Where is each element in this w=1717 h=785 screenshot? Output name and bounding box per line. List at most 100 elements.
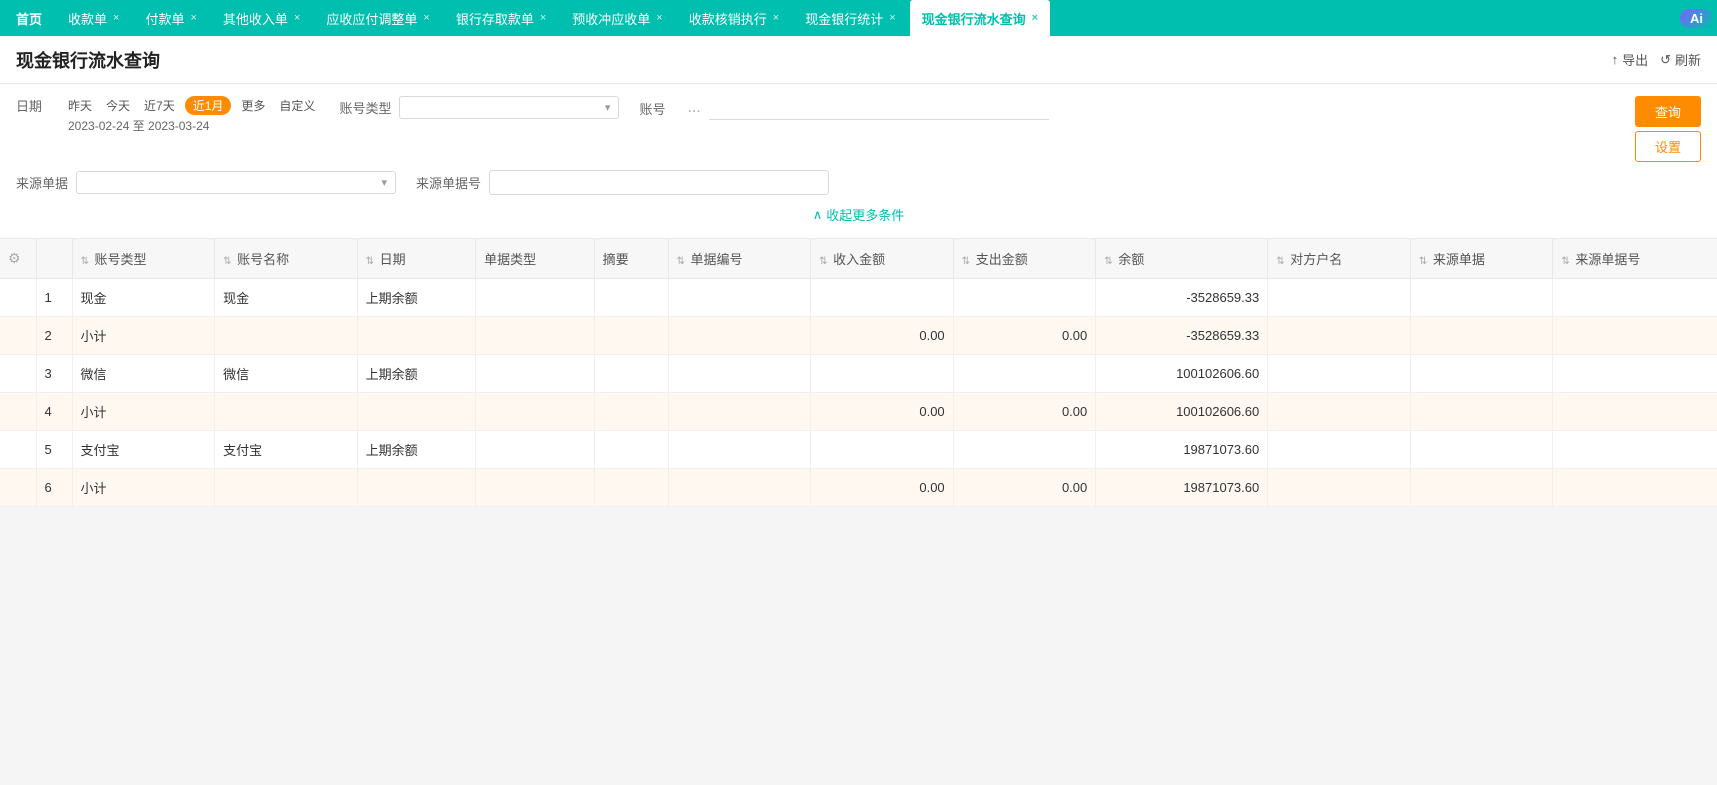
account-input[interactable] [709, 96, 1049, 120]
row-income [811, 431, 954, 469]
close-collection-exec[interactable]: × [773, 12, 779, 24]
row-counterparty [1268, 469, 1411, 507]
row-index: 2 [36, 317, 72, 355]
nav-item-payment[interactable]: 付款单 × [133, 0, 208, 36]
close-bank-deposit[interactable]: × [540, 12, 546, 24]
top-navigation: 首页 收款单 × 付款单 × 其他收入单 × 应收应付调整单 × 银行存取款单 … [0, 0, 1717, 36]
nav-item-bank-deposit[interactable]: 银行存取款单 × [444, 0, 558, 36]
row-balance: -3528659.33 [1096, 279, 1268, 317]
source-doc-no-input[interactable] [489, 170, 829, 195]
data-table: ⚙ ⇅ 账号类型 ⇅ 账号名称 ⇅ 日期 单据类型 [0, 239, 1717, 507]
page-title: 现金银行流水查询 [16, 47, 160, 73]
close-cash-bank-stat[interactable]: × [889, 12, 895, 24]
table-row[interactable]: 2小计0.000.00-3528659.33 [0, 317, 1717, 355]
col-income[interactable]: ⇅ 收入金额 [811, 239, 954, 279]
account-dots[interactable]: ... [687, 99, 700, 117]
close-prepay-flush[interactable]: × [656, 12, 662, 24]
close-ar-ap-adjust[interactable]: × [423, 12, 429, 24]
close-receipt[interactable]: × [113, 12, 119, 24]
refresh-button[interactable]: ↺ 刷新 [1660, 50, 1701, 69]
col-account-type[interactable]: ⇅ 账号类型 [72, 239, 215, 279]
row-source-doc-no [1553, 317, 1717, 355]
row-doc-no [668, 469, 811, 507]
table-row[interactable]: 3微信微信上期余额100102606.60 [0, 355, 1717, 393]
collapse-filters-button[interactable]: ∧ 收起更多条件 [16, 203, 1701, 226]
close-other-income[interactable]: × [294, 12, 300, 24]
export-icon: ↑ [1612, 52, 1619, 67]
col-balance[interactable]: ⇅ 余额 [1096, 239, 1268, 279]
refresh-icon: ↺ [1660, 52, 1671, 68]
date-option-custom[interactable]: 自定义 [275, 96, 319, 115]
account-type-select[interactable]: ▾ [399, 96, 619, 119]
nav-item-other-income[interactable]: 其他收入单 × [211, 0, 312, 36]
nav-label-home: 首页 [16, 9, 42, 28]
col-account-name[interactable]: ⇅ 账号名称 [215, 239, 358, 279]
row-counterparty [1268, 317, 1411, 355]
row-doc-type [476, 355, 595, 393]
nav-item-cash-bank-stat[interactable]: 现金银行统计 × [793, 0, 907, 36]
row-summary [594, 469, 668, 507]
row-balance: 100102606.60 [1096, 393, 1268, 431]
export-label: 导出 [1622, 50, 1648, 69]
row-income: 0.00 [811, 393, 954, 431]
row-doc-no [668, 431, 811, 469]
row-doc-type [476, 279, 595, 317]
page-header: 现金银行流水查询 ↑ 导出 ↺ 刷新 [0, 36, 1717, 84]
row-source-doc-no [1553, 279, 1717, 317]
nav-item-receipt[interactable]: 收款单 × [56, 0, 131, 36]
table-settings-icon[interactable]: ⚙ [8, 250, 21, 266]
row-summary [594, 393, 668, 431]
col-doc-type: 单据类型 [476, 239, 595, 279]
table-row[interactable]: 5支付宝支付宝上期余额19871073.60 [0, 431, 1717, 469]
col-summary: 摘要 [594, 239, 668, 279]
row-balance: 100102606.60 [1096, 355, 1268, 393]
date-option-last7[interactable]: 近7天 [140, 96, 179, 115]
nav-item-prepay-flush[interactable]: 预收冲应收单 × [560, 0, 674, 36]
header-actions: ↑ 导出 ↺ 刷新 [1612, 50, 1701, 69]
row-account-name [215, 469, 358, 507]
close-cash-bank-flow[interactable]: × [1032, 12, 1038, 24]
col-counterparty[interactable]: ⇅ 对方户名 [1268, 239, 1411, 279]
row-summary [594, 355, 668, 393]
row-expense [953, 279, 1096, 317]
nav-label-ar-ap-adjust: 应收应付调整单 [326, 9, 417, 28]
date-option-more[interactable]: 更多 [237, 96, 269, 115]
nav-label-other-income: 其他收入单 [223, 9, 288, 28]
ai-badge[interactable]: Ai [1680, 9, 1713, 28]
query-button[interactable]: 查询 [1635, 96, 1701, 127]
sort-account-name-icon: ⇅ [223, 256, 231, 267]
date-option-last1month[interactable]: 近1月 [185, 96, 232, 115]
date-option-yesterday[interactable]: 昨天 [64, 96, 96, 115]
source-doc-label: 来源单据 [16, 173, 68, 192]
table-row[interactable]: 1现金现金上期余额-3528659.33 [0, 279, 1717, 317]
table-header: ⚙ ⇅ 账号类型 ⇅ 账号名称 ⇅ 日期 单据类型 [0, 239, 1717, 279]
table-row[interactable]: 4小计0.000.00100102606.60 [0, 393, 1717, 431]
nav-item-collection-exec[interactable]: 收款核销执行 × [677, 0, 791, 36]
row-account-name: 现金 [215, 279, 358, 317]
col-expense[interactable]: ⇅ 支出金额 [953, 239, 1096, 279]
col-source-doc-no[interactable]: ⇅ 来源单据号 [1553, 239, 1717, 279]
row-summary [594, 431, 668, 469]
col-source-doc[interactable]: ⇅ 来源单据 [1410, 239, 1553, 279]
table-row[interactable]: 6小计0.000.0019871073.60 [0, 469, 1717, 507]
nav-item-ar-ap-adjust[interactable]: 应收应付调整单 × [314, 0, 441, 36]
col-date[interactable]: ⇅ 日期 [357, 239, 476, 279]
row-income [811, 279, 954, 317]
col-doc-no[interactable]: ⇅ 单据编号 [668, 239, 811, 279]
source-doc-select[interactable]: ▾ [76, 171, 396, 194]
row-index: 3 [36, 355, 72, 393]
date-option-today[interactable]: 今天 [102, 96, 134, 115]
row-account-type: 支付宝 [72, 431, 215, 469]
col-settings[interactable]: ⚙ [0, 239, 36, 279]
settings-button[interactable]: 设置 [1635, 131, 1701, 162]
nav-item-cash-bank-flow[interactable]: 现金银行流水查询 × [910, 0, 1050, 36]
source-doc-no-label: 来源单据号 [416, 173, 481, 192]
nav-label-prepay-flush: 预收冲应收单 [572, 9, 650, 28]
close-payment[interactable]: × [190, 12, 196, 24]
nav-item-home[interactable]: 首页 [4, 0, 54, 36]
row-index: 1 [36, 279, 72, 317]
row-settings [0, 279, 36, 317]
sort-counterparty-icon: ⇅ [1276, 256, 1284, 267]
sort-source-doc-icon: ⇅ [1419, 256, 1427, 267]
export-button[interactable]: ↑ 导出 [1612, 50, 1649, 69]
